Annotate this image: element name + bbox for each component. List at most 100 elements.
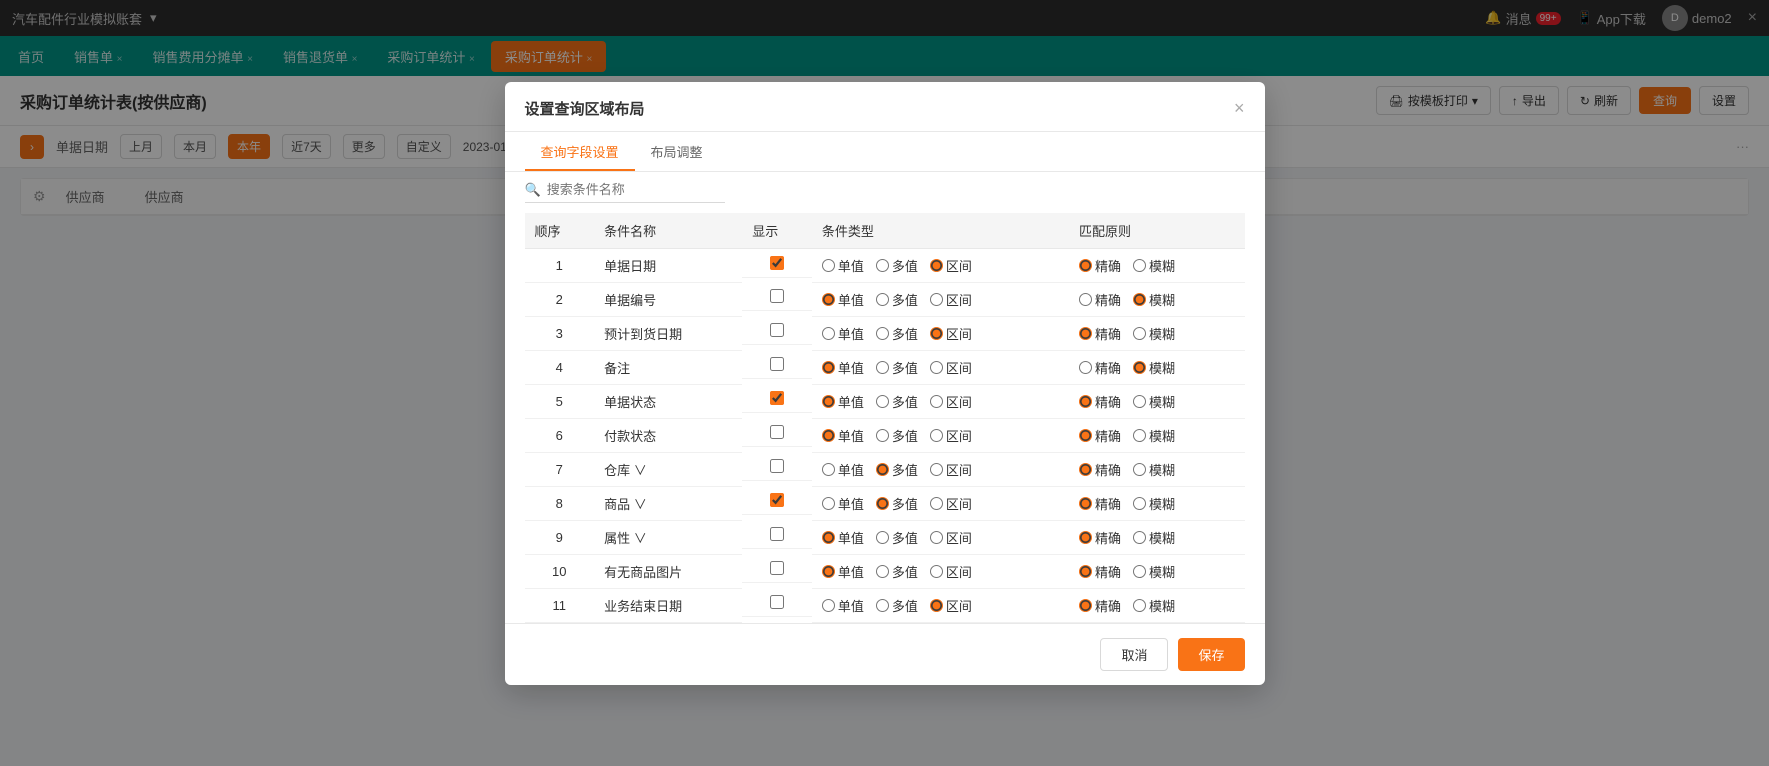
show-checkbox[interactable] xyxy=(770,289,784,303)
match-option[interactable]: 精确 xyxy=(1079,528,1121,547)
search-input[interactable] xyxy=(547,182,707,197)
match-option[interactable]: 模糊 xyxy=(1133,256,1175,275)
show-checkbox[interactable] xyxy=(770,493,784,507)
dialog-footer: 取消 保存 xyxy=(505,623,1265,685)
type-option[interactable]: 单值 xyxy=(822,324,864,343)
match-option[interactable]: 模糊 xyxy=(1133,358,1175,377)
type-option[interactable]: 单值 xyxy=(822,426,864,445)
row-match-cell: 精确模糊 xyxy=(1069,282,1244,316)
table-row: 3预计到货日期单值多值区间精确模糊 xyxy=(525,316,1245,350)
tab-field-settings[interactable]: 查询字段设置 xyxy=(525,132,635,171)
type-option[interactable]: 区间 xyxy=(930,562,972,581)
row-match-cell: 精确模糊 xyxy=(1069,350,1244,384)
table-row: 9属性 ∨单值多值区间精确模糊 xyxy=(525,520,1245,554)
match-option[interactable]: 精确 xyxy=(1079,290,1121,309)
match-option[interactable]: 模糊 xyxy=(1133,596,1175,615)
match-option[interactable]: 模糊 xyxy=(1133,426,1175,445)
show-checkbox[interactable] xyxy=(770,256,784,270)
match-option[interactable]: 精确 xyxy=(1079,460,1121,479)
row-show-cell xyxy=(742,316,812,345)
type-option[interactable]: 多值 xyxy=(876,256,918,275)
row-match-cell: 精确模糊 xyxy=(1069,486,1244,520)
match-option[interactable]: 精确 xyxy=(1079,358,1121,377)
show-checkbox[interactable] xyxy=(770,357,784,371)
match-option[interactable]: 精确 xyxy=(1079,256,1121,275)
show-checkbox[interactable] xyxy=(770,425,784,439)
type-option[interactable]: 区间 xyxy=(930,426,972,445)
row-order: 2 xyxy=(525,282,595,316)
table-row: 10有无商品图片单值多值区间精确模糊 xyxy=(525,554,1245,588)
type-option[interactable]: 区间 xyxy=(930,528,972,547)
row-order: 11 xyxy=(525,588,595,622)
type-option[interactable]: 单值 xyxy=(822,358,864,377)
type-option[interactable]: 区间 xyxy=(930,290,972,309)
match-option[interactable]: 精确 xyxy=(1079,426,1121,445)
row-show-cell xyxy=(742,452,812,481)
type-option[interactable]: 区间 xyxy=(930,596,972,615)
th-show: 显示 xyxy=(742,213,812,249)
type-option[interactable]: 单值 xyxy=(822,494,864,513)
type-option[interactable]: 多值 xyxy=(876,494,918,513)
show-checkbox[interactable] xyxy=(770,595,784,609)
type-option[interactable]: 单值 xyxy=(822,596,864,615)
type-option[interactable]: 多值 xyxy=(876,392,918,411)
dialog-close-btn[interactable]: × xyxy=(1234,99,1245,117)
type-option[interactable]: 区间 xyxy=(930,494,972,513)
row-condition-name: 有无商品图片 xyxy=(594,554,742,588)
type-option[interactable]: 区间 xyxy=(930,324,972,343)
type-option[interactable]: 多值 xyxy=(876,528,918,547)
row-show-cell xyxy=(742,588,812,617)
match-option[interactable]: 模糊 xyxy=(1133,324,1175,343)
match-option[interactable]: 精确 xyxy=(1079,494,1121,513)
type-option[interactable]: 多值 xyxy=(876,562,918,581)
type-option[interactable]: 多值 xyxy=(876,596,918,615)
row-order: 5 xyxy=(525,384,595,418)
table-row: 11业务结束日期 单值多值区间 精确模糊 xyxy=(525,588,1245,622)
row-show-cell xyxy=(742,520,812,549)
tab-layout-adjust[interactable]: 布局调整 xyxy=(635,132,719,171)
row-condition-name: 付款状态 xyxy=(594,418,742,452)
match-option[interactable]: 模糊 xyxy=(1133,460,1175,479)
type-option[interactable]: 区间 xyxy=(930,256,972,275)
type-option[interactable]: 单值 xyxy=(822,562,864,581)
match-option[interactable]: 精确 xyxy=(1079,562,1121,581)
type-option[interactable]: 多值 xyxy=(876,460,918,479)
row-condition-name: 单据编号 xyxy=(594,282,742,316)
type-option[interactable]: 单值 xyxy=(822,392,864,411)
table-row: 5单据状态单值多值区间精确模糊 xyxy=(525,384,1245,418)
type-option[interactable]: 多值 xyxy=(876,358,918,377)
show-checkbox[interactable] xyxy=(770,391,784,405)
dialog-tabs: 查询字段设置 布局调整 xyxy=(505,132,1265,172)
type-option[interactable]: 多值 xyxy=(876,426,918,445)
dialog-table-area: 顺序 条件名称 显示 条件类型 匹配原则 1单据日期单值多值区间精确模糊2单据编… xyxy=(505,213,1265,623)
match-option[interactable]: 模糊 xyxy=(1133,290,1175,309)
type-option[interactable]: 区间 xyxy=(930,460,972,479)
search-icon: 🔍 xyxy=(525,182,541,198)
type-option[interactable]: 区间 xyxy=(930,392,972,411)
type-option[interactable]: 多值 xyxy=(876,290,918,309)
cancel-btn[interactable]: 取消 xyxy=(1100,638,1168,671)
match-option[interactable]: 精确 xyxy=(1079,596,1121,615)
match-option[interactable]: 模糊 xyxy=(1133,562,1175,581)
save-btn[interactable]: 保存 xyxy=(1178,638,1244,671)
type-option[interactable]: 单值 xyxy=(822,460,864,479)
type-option[interactable]: 区间 xyxy=(930,358,972,377)
row-type-cell: 单值多值区间 xyxy=(812,418,1069,452)
row-order: 6 xyxy=(525,418,595,452)
match-option[interactable]: 模糊 xyxy=(1133,392,1175,411)
show-checkbox[interactable] xyxy=(770,459,784,473)
row-show-cell xyxy=(742,282,812,311)
type-option[interactable]: 单值 xyxy=(822,528,864,547)
row-condition-name: 业务结束日期 xyxy=(594,588,742,622)
match-option[interactable]: 模糊 xyxy=(1133,494,1175,513)
show-checkbox[interactable] xyxy=(770,323,784,337)
show-checkbox[interactable] xyxy=(770,561,784,575)
match-option[interactable]: 精确 xyxy=(1079,392,1121,411)
type-option[interactable]: 单值 xyxy=(822,256,864,275)
type-option[interactable]: 单值 xyxy=(822,290,864,309)
match-option[interactable]: 模糊 xyxy=(1133,528,1175,547)
show-checkbox[interactable] xyxy=(770,527,784,541)
match-option[interactable]: 精确 xyxy=(1079,324,1121,343)
type-option[interactable]: 多值 xyxy=(876,324,918,343)
row-match-cell: 精确模糊 xyxy=(1069,452,1244,486)
